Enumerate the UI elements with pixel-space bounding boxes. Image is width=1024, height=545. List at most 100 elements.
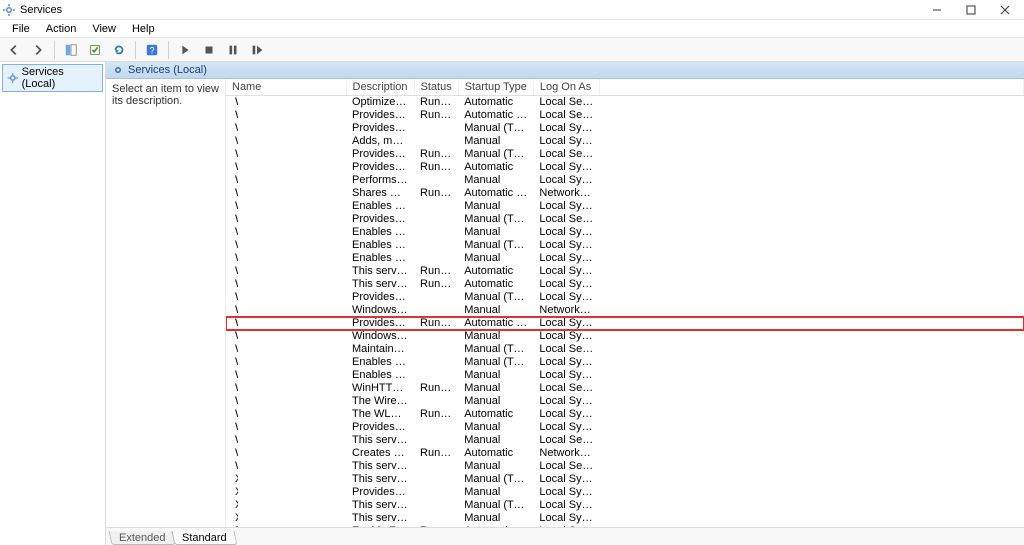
service-logon: Local Service xyxy=(533,96,599,110)
table-row[interactable]: Windows Font Cache ServiceOptimizes p...… xyxy=(226,96,1024,110)
table-row[interactable]: Windows Perception ServiceEnables spat..… xyxy=(226,239,1024,252)
table-row[interactable]: Wired AutoConfigThe Wired A...ManualLoca… xyxy=(226,395,1024,408)
service-startup: Manual xyxy=(458,382,533,395)
gear-icon xyxy=(112,64,124,76)
menu-view[interactable]: View xyxy=(84,22,124,36)
table-row[interactable]: WWAN AutoConfigThis service ...ManualLoc… xyxy=(226,460,1024,473)
tab-extended[interactable]: Extended xyxy=(109,531,176,545)
col-name[interactable]: Name xyxy=(226,79,346,96)
service-desc: Provides con... xyxy=(346,317,414,330)
table-row[interactable]: Windows Insider ServiceProvides infr...M… xyxy=(226,122,1024,135)
service-name: WWAN AutoConfig xyxy=(235,460,238,473)
table-row[interactable]: WLAN AutoConfigThe WLANS...RunningAutoma… xyxy=(226,408,1024,421)
service-name: Windows Push Notifications... xyxy=(235,265,238,278)
service-logon: Local System xyxy=(533,421,599,434)
table-row[interactable]: WinHTTP Web Proxy Auto-D...WinHTTP im...… xyxy=(226,382,1024,395)
col-logon[interactable]: Log On As xyxy=(533,79,599,96)
back-button[interactable] xyxy=(3,40,25,60)
table-row[interactable]: Windows Management Serv...Performs ma...… xyxy=(226,174,1024,187)
table-row[interactable]: Windows InstallerAdds, modifi...ManualLo… xyxy=(226,135,1024,148)
refresh-button[interactable] xyxy=(108,40,130,60)
service-logon: Local System xyxy=(533,226,599,239)
service-status xyxy=(414,343,458,356)
service-desc: Windows Se... xyxy=(346,330,414,343)
table-row[interactable]: Windows UpdateEnables the ...Manual (Tri… xyxy=(226,356,1024,369)
forward-button[interactable] xyxy=(27,40,49,60)
pause-service-button[interactable] xyxy=(222,40,244,60)
service-logon: Local Service xyxy=(533,148,599,161)
table-row[interactable]: Windows Media Player Netw...Shares Wind.… xyxy=(226,187,1024,200)
table-row[interactable]: Windows Management Instr...Provides a c.… xyxy=(226,161,1024,174)
service-desc: Provides ima... xyxy=(346,109,414,122)
close-button[interactable] xyxy=(988,0,1022,20)
service-name: Xbox Live Networking Service xyxy=(235,512,238,525)
service-startup: Manual (Trigg... xyxy=(458,343,533,356)
menu-action[interactable]: Action xyxy=(38,22,85,36)
minimize-button[interactable] xyxy=(920,0,954,20)
table-row[interactable]: Windows License Manager S...Provides inf… xyxy=(226,148,1024,161)
service-name: Xbox Live Game Save xyxy=(235,499,238,512)
tab-standard[interactable]: Standard xyxy=(172,531,238,545)
table-row[interactable]: Windows Mobile Hotspot Se...Provides the… xyxy=(226,213,1024,226)
service-name: Windows Search xyxy=(235,317,238,330)
table-row[interactable]: Windows Update Medic Ser...Enables rem..… xyxy=(226,369,1024,382)
table-row[interactable]: Windows Modules InstallerEnables inst...… xyxy=(226,226,1024,239)
export-list-button[interactable] xyxy=(84,40,106,60)
service-desc: Enables inst... xyxy=(346,226,414,239)
menu-help[interactable]: Help xyxy=(124,22,163,36)
stop-service-button[interactable] xyxy=(198,40,220,60)
show-hide-tree-button[interactable] xyxy=(60,40,82,60)
table-row[interactable]: Windows Push Notifications...This servic… xyxy=(226,278,1024,291)
table-row[interactable]: Work FoldersThis service ...ManualLocal … xyxy=(226,434,1024,447)
col-desc[interactable]: Description xyxy=(346,79,414,96)
service-status xyxy=(414,330,458,343)
table-row[interactable]: Windows PushToInstall Servi...Provides i… xyxy=(226,291,1024,304)
app-icon xyxy=(2,3,16,17)
table-row[interactable]: Windows Security ServiceWindows Se...Man… xyxy=(226,330,1024,343)
service-desc: Provides per... xyxy=(346,421,414,434)
table-row[interactable]: Windows TimeMaintains d...Manual (Trigg.… xyxy=(226,343,1024,356)
service-status: Running xyxy=(414,382,458,395)
description-panel: Select an item to view its description. xyxy=(106,79,226,527)
service-status: Running xyxy=(414,96,458,110)
table-row[interactable]: WorkstationCreates and ...RunningAutomat… xyxy=(226,447,1024,460)
service-startup: Automatic xyxy=(458,447,533,460)
table-row[interactable]: Windows Image Acquisition ... Provides im… xyxy=(226,109,1024,122)
help-button[interactable]: ? xyxy=(141,40,163,60)
service-status xyxy=(414,200,458,213)
start-service-button[interactable] xyxy=(174,40,196,60)
service-logon: Local System xyxy=(533,278,599,291)
service-logon: Local System xyxy=(533,395,599,408)
table-row[interactable]: Windows Push Notifications...This servic… xyxy=(226,265,1024,278)
maximize-button[interactable] xyxy=(954,0,988,20)
service-startup: Manual xyxy=(458,395,533,408)
table-row[interactable]: Windows Perception Simulat...Enables spa… xyxy=(226,252,1024,265)
service-startup: Automatic (Tri... xyxy=(458,109,533,122)
service-name: Windows Management Serv... xyxy=(235,174,238,187)
service-status xyxy=(414,395,458,408)
restart-service-button[interactable] xyxy=(246,40,268,60)
table-row[interactable]: Windows Mixed Reality Ope...Enables Mix.… xyxy=(226,200,1024,213)
col-status[interactable]: Status xyxy=(414,79,458,96)
service-desc: Enables Mix... xyxy=(346,200,414,213)
service-name: WLAN AutoConfig xyxy=(235,408,238,421)
tree-node-services-local[interactable]: Services (Local) xyxy=(2,64,103,92)
table-row[interactable]: Xbox Accessory Manageme...This service .… xyxy=(226,473,1024,486)
table-row[interactable]: Xbox Live Auth ManagerProvides aut...Man… xyxy=(226,486,1024,499)
service-logon: Network Se... xyxy=(533,447,599,460)
service-startup: Manual xyxy=(458,434,533,447)
table-row[interactable]: Xbox Live Networking ServiceThis service… xyxy=(226,512,1024,525)
menu-file[interactable]: File xyxy=(4,22,38,36)
service-startup: Manual (Trigg... xyxy=(458,213,533,226)
services-table-wrap[interactable]: Name Description Status Startup Type Log… xyxy=(226,79,1024,527)
col-startup[interactable]: Startup Type xyxy=(458,79,533,96)
service-logon: Local System xyxy=(533,239,599,252)
services-table: Name Description Status Startup Type Log… xyxy=(226,79,1024,527)
table-row[interactable]: Windows SearchProvides con...RunningAuto… xyxy=(226,317,1024,330)
table-row[interactable]: Xbox Live Game SaveThis service ...Manua… xyxy=(226,499,1024,512)
service-name: Windows Image Acquisition ... xyxy=(235,109,238,122)
service-desc: This service ... xyxy=(346,460,414,473)
table-row[interactable]: Windows Remote Managem...Windows Re...Ma… xyxy=(226,304,1024,317)
service-logon: Local System xyxy=(533,356,599,369)
table-row[interactable]: WMI Performance AdapterProvides per...Ma… xyxy=(226,421,1024,434)
